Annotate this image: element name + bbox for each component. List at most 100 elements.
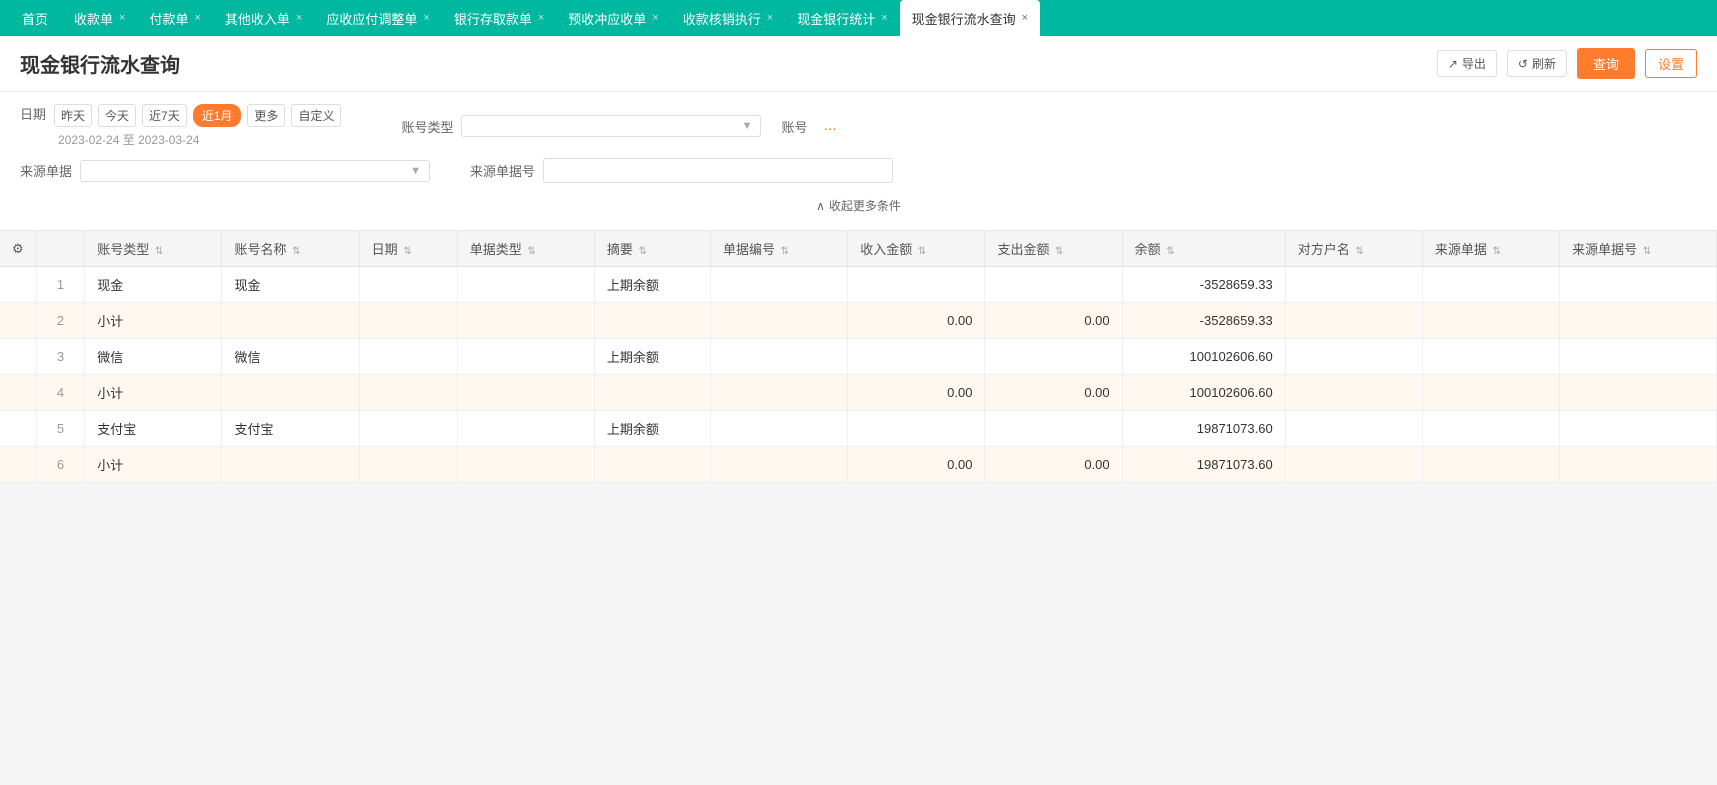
col-income[interactable]: 收入金额 ⇅ [848, 231, 985, 267]
query-button[interactable]: 查询 [1577, 48, 1635, 79]
close-icon-7[interactable]: × [881, 12, 887, 24]
source-doc-no-label: 来源单据号 [470, 161, 535, 180]
col-date[interactable]: 日期 ⇅ [359, 231, 457, 267]
date-btn-1month[interactable]: 近1月 [193, 104, 242, 127]
col-idx [36, 231, 85, 267]
nav-item-6[interactable]: 收款核销执行 × [671, 0, 785, 36]
cell-counterpart [1285, 339, 1422, 375]
sort-icon: ⇅ [155, 246, 163, 257]
cell-expense [985, 411, 1122, 447]
export-button[interactable]: ↗ 导出 [1437, 50, 1497, 77]
date-range-display: 2023-02-24 至 2023-03-24 [58, 131, 341, 148]
cell-account_name: 微信 [222, 339, 359, 375]
close-icon-0[interactable]: × [119, 12, 125, 24]
filter-row-2: 来源单据 ▼ 来源单据号 [20, 158, 1697, 183]
close-icon-3[interactable]: × [423, 12, 429, 24]
col-doc-type[interactable]: 单据类型 ⇅ [457, 231, 594, 267]
cell-balance: 19871073.60 [1122, 411, 1285, 447]
nav-item-1[interactable]: 付款单 × [137, 0, 212, 36]
cell-source_doc_no [1560, 375, 1717, 411]
nav-item-5[interactable]: 预收冲应收单 × [556, 0, 670, 36]
sort-icon-2: ⇅ [292, 246, 300, 257]
cell-doc_no [711, 303, 848, 339]
refresh-button[interactable]: ↺ 刷新 [1507, 50, 1567, 77]
close-icon-1[interactable]: × [194, 12, 200, 24]
nav-item-2[interactable]: 其他收入单 × [213, 0, 314, 36]
cell-account_type: 小计 [85, 375, 222, 411]
cell-counterpart [1285, 447, 1422, 483]
cell-counterpart [1285, 303, 1422, 339]
cell-counterpart [1285, 267, 1422, 303]
chevron-up-icon: ∧ [816, 199, 825, 213]
source-doc-select[interactable]: ▼ [80, 160, 430, 182]
cell-balance: 100102606.60 [1122, 339, 1285, 375]
cell-balance: -3528659.33 [1122, 303, 1285, 339]
nav-home[interactable]: 首页 [8, 9, 62, 28]
settings-button[interactable]: 设置 [1645, 49, 1697, 78]
close-icon-8[interactable]: × [1022, 12, 1028, 24]
date-btn-today[interactable]: 今天 [98, 104, 136, 127]
close-icon-5[interactable]: × [652, 12, 658, 24]
cell-income [848, 339, 985, 375]
nav-item-0[interactable]: 收款单 × [62, 0, 137, 36]
col-doc-no[interactable]: 单据编号 ⇅ [711, 231, 848, 267]
col-account-name[interactable]: 账号名称 ⇅ [222, 231, 359, 267]
cell-doc_type [457, 411, 594, 447]
account-dots-button[interactable]: ... [815, 117, 844, 135]
cell-account_name [222, 303, 359, 339]
nav-item-4[interactable]: 银行存取款单 × [442, 0, 556, 36]
collapse-button[interactable]: ∧ 收起更多条件 [812, 193, 905, 218]
col-source-doc[interactable]: 来源单据 ⇅ [1422, 231, 1559, 267]
header-actions: ↗ 导出 ↺ 刷新 查询 设置 [1437, 48, 1697, 91]
date-btn-more[interactable]: 更多 [247, 104, 285, 127]
row-gear-cell [0, 447, 36, 483]
col-account-type[interactable]: 账号类型 ⇅ [85, 231, 222, 267]
col-source-doc-no[interactable]: 来源单据号 ⇅ [1560, 231, 1717, 267]
cell-source_doc [1422, 339, 1559, 375]
cell-source_doc [1422, 375, 1559, 411]
date-shortcuts: 昨天 今天 近7天 近1月 更多 自定义 [54, 104, 341, 127]
cell-summary [594, 447, 710, 483]
account-type-label: 账号类型 [401, 117, 453, 136]
col-counterpart[interactable]: 对方户名 ⇅ [1285, 231, 1422, 267]
col-summary[interactable]: 摘要 ⇅ [594, 231, 710, 267]
row-index: 1 [36, 267, 85, 303]
cell-expense: 0.00 [985, 447, 1122, 483]
cell-balance: -3528659.33 [1122, 267, 1285, 303]
date-btn-yesterday[interactable]: 昨天 [54, 104, 92, 127]
table-row: 4小计0.000.00100102606.60 [0, 375, 1717, 411]
cell-date [359, 303, 457, 339]
cell-account_name [222, 375, 359, 411]
date-btn-custom[interactable]: 自定义 [291, 104, 341, 127]
row-index: 4 [36, 375, 85, 411]
date-label: 日期 [20, 104, 46, 123]
cell-doc_type [457, 267, 594, 303]
filter-area: 日期 昨天 今天 近7天 近1月 更多 自定义 2023-02-24 至 202… [0, 92, 1717, 231]
col-balance[interactable]: 余额 ⇅ [1122, 231, 1285, 267]
nav-item-8[interactable]: 现金银行流水查询 × [900, 0, 1040, 36]
source-doc-no-input[interactable] [543, 158, 893, 183]
sort-icon-7: ⇅ [918, 246, 926, 257]
chevron-down-icon: ▼ [742, 120, 753, 132]
col-expense[interactable]: 支出金额 ⇅ [985, 231, 1122, 267]
cell-source_doc_no [1560, 411, 1717, 447]
cell-account_type: 支付宝 [85, 411, 222, 447]
close-icon-4[interactable]: × [538, 12, 544, 24]
nav-item-3[interactable]: 应收应付调整单 × [314, 0, 441, 36]
close-icon-6[interactable]: × [767, 12, 773, 24]
date-btn-7days[interactable]: 近7天 [142, 104, 187, 127]
nav-item-7[interactable]: 现金银行统计 × [785, 0, 899, 36]
cell-doc_type [457, 375, 594, 411]
cell-source_doc [1422, 447, 1559, 483]
gear-icon[interactable]: ⚙ [12, 241, 24, 256]
cell-doc_type [457, 339, 594, 375]
close-icon-2[interactable]: × [296, 12, 302, 24]
account-type-group: 账号类型 ▼ [401, 115, 761, 137]
cell-income: 0.00 [848, 303, 985, 339]
sort-icon-10: ⇅ [1355, 246, 1363, 257]
chevron-down-icon-2: ▼ [410, 165, 421, 177]
account-type-select[interactable]: ▼ [461, 115, 761, 137]
page-title: 现金银行流水查询 [20, 49, 180, 90]
sort-icon-5: ⇅ [639, 246, 647, 257]
sort-icon-12: ⇅ [1643, 246, 1651, 257]
